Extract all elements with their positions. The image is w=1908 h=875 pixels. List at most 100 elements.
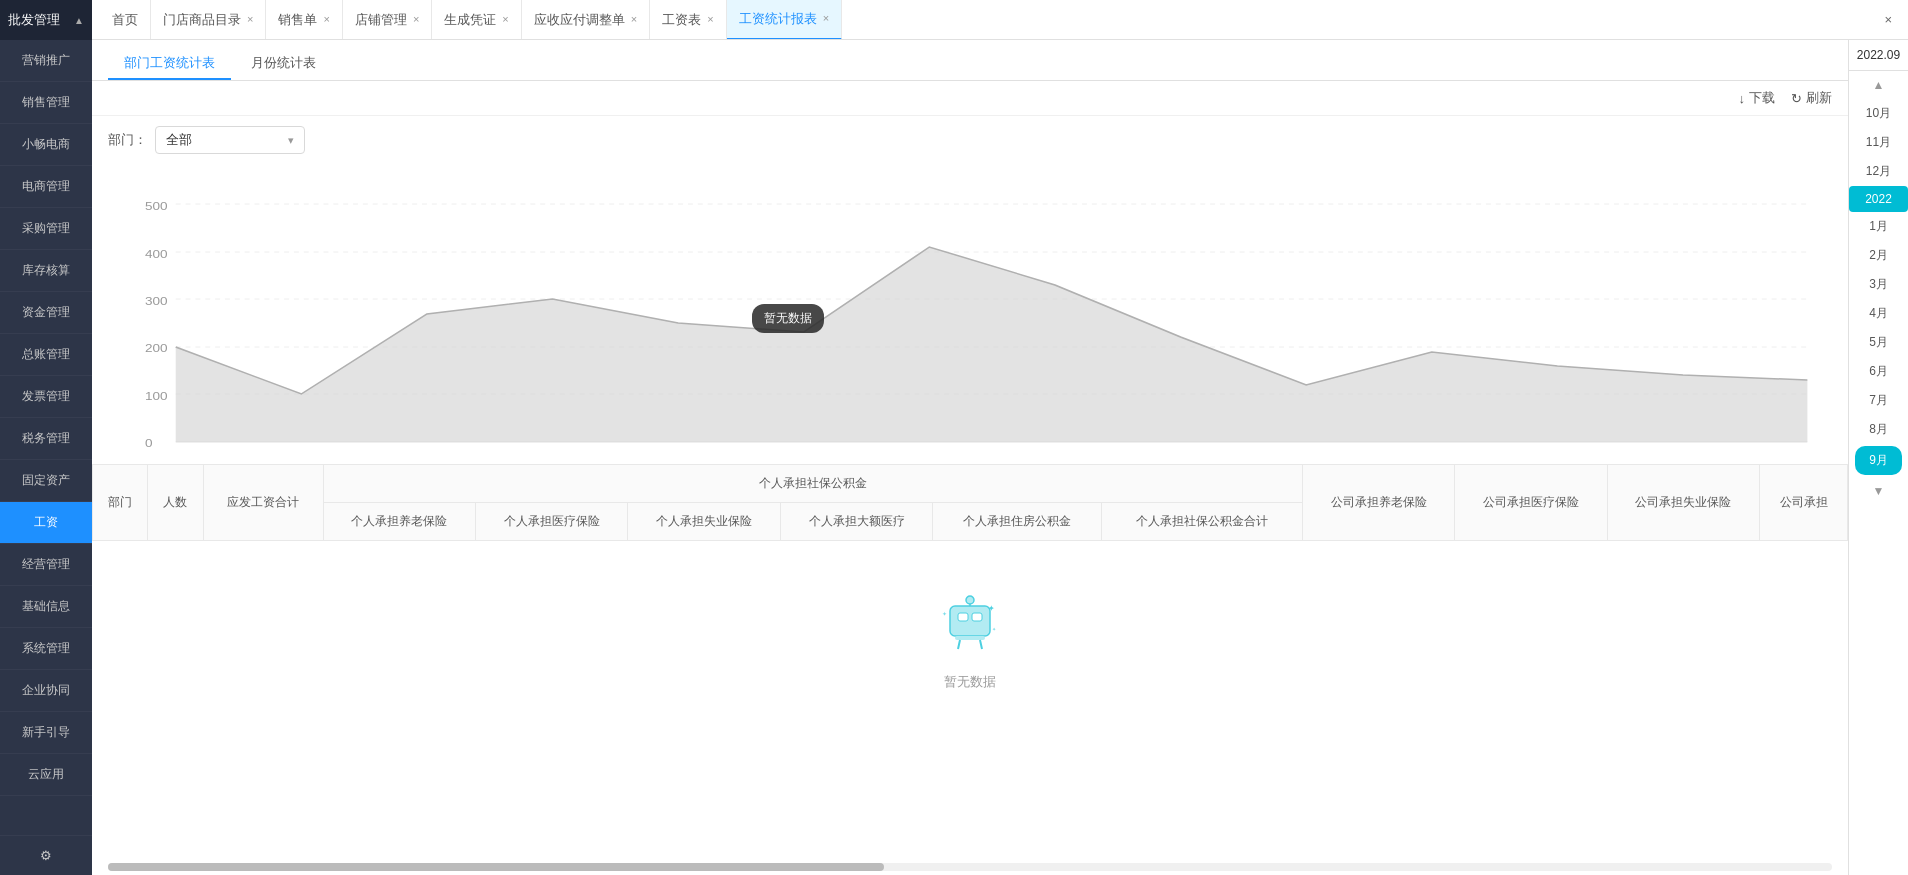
content-area: 部门工资统计表 月份统计表 ↓ 下载 ↻ 刷新 部门：	[92, 40, 1908, 875]
col-company-other: 公司承担	[1760, 465, 1848, 541]
tab-close-1[interactable]: ×	[247, 14, 253, 25]
date-year-2022[interactable]: 2022	[1849, 186, 1908, 212]
refresh-icon: ↻	[1791, 91, 1802, 106]
department-filter-select[interactable]: 全部 ▾	[155, 126, 305, 154]
col-headcount: 人数	[148, 465, 203, 541]
svg-text:400: 400	[145, 248, 168, 260]
scrollbar-thumb[interactable]	[108, 863, 884, 871]
date-month-sep[interactable]: 9月	[1855, 446, 1902, 475]
tab-0[interactable]: 首页	[100, 0, 151, 40]
sidebar-item-总账管理[interactable]: 总账管理	[0, 334, 92, 376]
date-month-may[interactable]: 5月	[1849, 328, 1908, 357]
horizontal-scrollbar[interactable]	[108, 863, 1832, 871]
tab-close-7[interactable]: ×	[823, 13, 829, 24]
chevron-down-icon: ▾	[288, 134, 294, 147]
sidebar-item-基础信息[interactable]: 基础信息	[0, 586, 92, 628]
col-personal-medical: 个人承担医疗保险	[476, 503, 628, 541]
sidebar-collapse-icon: ▲	[74, 15, 84, 26]
sub-tab-monthly[interactable]: 月份统计表	[235, 48, 332, 80]
download-icon: ↓	[1739, 91, 1746, 106]
sidebar-header[interactable]: 批发管理 ▲	[0, 0, 92, 40]
sidebar-item-企业协同[interactable]: 企业协同	[0, 670, 92, 712]
data-table: 部门 人数 应发工资合计 个人承担社保公积金 公司承担养老保险 公司承担医疗保险…	[92, 464, 1848, 541]
col-group-personal: 个人承担社保公积金	[323, 465, 1302, 503]
tab-bar: 首页门店商品目录×销售单×店铺管理×生成凭证×应收应付调整单×工资表×工资统计报…	[92, 0, 1908, 40]
sidebar-item-采购管理[interactable]: 采购管理	[0, 208, 92, 250]
sidebar-item-云应用[interactable]: 云应用	[0, 754, 92, 796]
tab-7[interactable]: 工资统计报表×	[727, 0, 842, 40]
date-month-nov[interactable]: 11月	[1849, 128, 1908, 157]
date-year-previous: 10月 11月 12月	[1849, 99, 1908, 186]
date-nav-up[interactable]: ▲	[1869, 75, 1889, 95]
svg-text:300: 300	[145, 295, 168, 307]
sidebar-item-库存核算[interactable]: 库存核算	[0, 250, 92, 292]
sidebar-item-经营管理[interactable]: 经营管理	[0, 544, 92, 586]
svg-text:0: 0	[145, 437, 153, 449]
download-button[interactable]: ↓ 下载	[1739, 89, 1776, 107]
sidebar-item-销售管理[interactable]: 销售管理	[0, 82, 92, 124]
close-all-icon: ×	[1884, 12, 1892, 27]
sub-tab-department[interactable]: 部门工资统计表	[108, 48, 231, 80]
svg-text:100: 100	[145, 390, 168, 402]
tab-2[interactable]: 销售单×	[266, 0, 342, 40]
sidebar-item-新手引导[interactable]: 新手引导	[0, 712, 92, 754]
svg-text:✦: ✦	[992, 626, 996, 632]
sidebar-item-小畅电商[interactable]: 小畅电商	[0, 124, 92, 166]
tab-4[interactable]: 生成凭证×	[432, 0, 521, 40]
tab-5[interactable]: 应收应付调整单×	[522, 0, 650, 40]
refresh-button[interactable]: ↻ 刷新	[1791, 89, 1832, 107]
col-company-pension: 公司承担养老保险	[1302, 465, 1454, 541]
empty-state: ✦ ✦ ✦ 暂无数据	[92, 541, 1848, 731]
sidebar-item-固定资产[interactable]: 固定资产	[0, 460, 92, 502]
table-wrapper[interactable]: 部门 人数 应发工资合计 个人承担社保公积金 公司承担养老保险 公司承担医疗保险…	[92, 464, 1848, 859]
filter-row: 部门： 全部 ▾	[92, 116, 1848, 164]
sidebar-item-工资[interactable]: 工资	[0, 502, 92, 544]
tab-close-4[interactable]: ×	[502, 14, 508, 25]
date-month-aug[interactable]: 8月	[1849, 415, 1908, 444]
date-nav: ▲	[1849, 71, 1908, 99]
tab-close-all-button[interactable]: ×	[1876, 12, 1900, 27]
date-month-jan[interactable]: 1月	[1849, 212, 1908, 241]
tab-1[interactable]: 门店商品目录×	[151, 0, 266, 40]
col-personal-total: 个人承担社保公积金合计	[1101, 503, 1302, 541]
date-month-dec[interactable]: 12月	[1849, 157, 1908, 186]
col-total-salary: 应发工资合计	[203, 465, 323, 541]
tab-close-6[interactable]: ×	[707, 14, 713, 25]
date-year-2022-group: 2022 1月 2月 3月 4月 5月 6月 7月 8月 9月	[1849, 186, 1908, 477]
svg-line-16	[958, 640, 960, 649]
date-month-feb[interactable]: 2月	[1849, 241, 1908, 270]
col-personal-large-medical: 个人承担大额医疗	[780, 503, 932, 541]
chart-area: 0 100 200 300 400 500	[92, 164, 1848, 464]
tab-6[interactable]: 工资表×	[650, 0, 726, 40]
svg-rect-15	[955, 636, 985, 640]
tab-close-2[interactable]: ×	[323, 14, 329, 25]
svg-line-17	[980, 640, 982, 649]
tab-close-5[interactable]: ×	[631, 14, 637, 25]
tab-close-3[interactable]: ×	[413, 14, 419, 25]
sidebar-settings[interactable]: ⚙	[0, 835, 92, 875]
page-content: 部门工资统计表 月份统计表 ↓ 下载 ↻ 刷新 部门：	[92, 40, 1848, 875]
svg-rect-13	[958, 613, 968, 621]
svg-text:✦: ✦	[988, 604, 995, 613]
date-nav-down[interactable]: ▼	[1869, 481, 1889, 501]
sub-tabs: 部门工资统计表 月份统计表	[92, 40, 1848, 81]
sidebar-item-营销推广[interactable]: 营销推广	[0, 40, 92, 82]
toolbar: ↓ 下载 ↻ 刷新	[92, 81, 1848, 116]
sidebar-item-电商管理[interactable]: 电商管理	[0, 166, 92, 208]
date-month-mar[interactable]: 3月	[1849, 270, 1908, 299]
svg-rect-12	[950, 606, 990, 636]
sidebar-item-税务管理[interactable]: 税务管理	[0, 418, 92, 460]
area-chart: 0 100 200 300 400 500	[108, 172, 1832, 452]
svg-point-18	[966, 596, 974, 604]
sidebar-item-系统管理[interactable]: 系统管理	[0, 628, 92, 670]
date-month-apr[interactable]: 4月	[1849, 299, 1908, 328]
tab-3[interactable]: 店铺管理×	[343, 0, 432, 40]
sidebar-item-发票管理[interactable]: 发票管理	[0, 376, 92, 418]
col-personal-pension: 个人承担养老保险	[323, 503, 475, 541]
sidebar-item-资金管理[interactable]: 资金管理	[0, 292, 92, 334]
date-month-oct[interactable]: 10月	[1849, 99, 1908, 128]
svg-text:500: 500	[145, 200, 168, 212]
col-company-medical: 公司承担医疗保险	[1455, 465, 1607, 541]
date-month-jul[interactable]: 7月	[1849, 386, 1908, 415]
date-month-jun[interactable]: 6月	[1849, 357, 1908, 386]
